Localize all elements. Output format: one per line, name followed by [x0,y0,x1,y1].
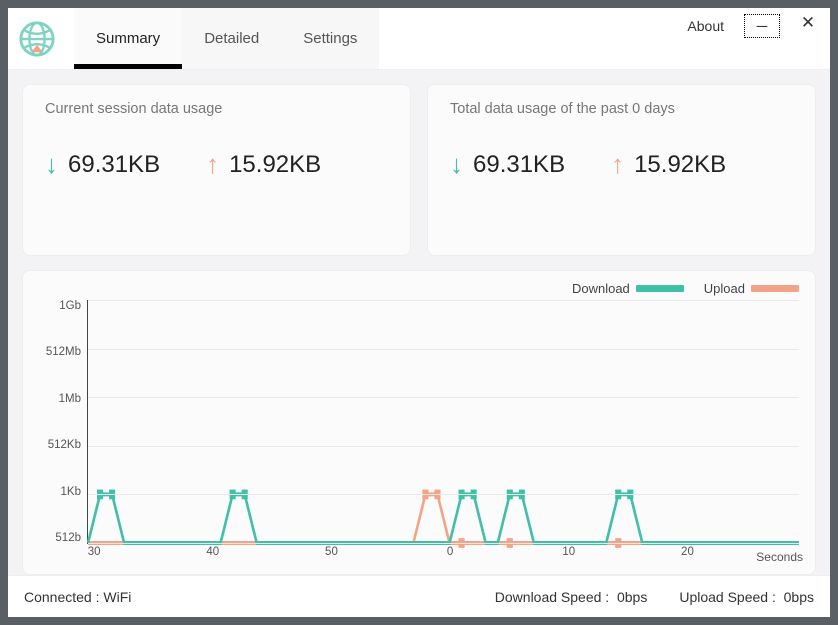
upload-arrow-icon: ↑ [611,149,624,180]
speed-chart-card: Download Upload 1Gb512Mb1Mb512Kb1Kb512b … [22,270,816,575]
download-arrow-icon: ↓ [45,149,58,180]
status-bar: Connected : WiFi Download Speed : 0bps U… [8,575,830,617]
x-axis-label: Seconds [756,550,803,564]
connection-status: Connected : WiFi [24,589,131,605]
close-button[interactable]: ✕ [786,8,830,38]
total-upload-value: ↑ 15.92KB [611,149,726,180]
download-speed-status: Download Speed : 0bps [495,589,648,605]
card-title: Total data usage of the past 0 days [450,101,793,117]
tab-detailed[interactable]: Detailed [182,8,281,69]
minimize-icon: ─ [757,18,768,35]
session-upload-value: ↑ 15.92KB [206,149,321,180]
chart-area: 1Gb512Mb1Mb512Kb1Kb512b Seconds 30405001… [39,300,799,566]
session-usage-card: Current session data usage ↓ 69.31KB ↑ 1… [22,84,411,256]
y-tick: 1Gb [39,300,81,312]
x-tick: 20 [681,546,694,558]
cards-row: Current session data usage ↓ 69.31KB ↑ 1… [22,84,816,256]
plot-area [87,300,799,544]
upload-arrow-icon: ↑ [206,149,219,180]
total-usage-card: Total data usage of the past 0 days ↓ 69… [427,84,816,256]
tab-summary[interactable]: Summary [74,8,182,69]
tab-settings[interactable]: Settings [281,8,379,69]
x-tick: 40 [206,546,219,558]
y-tick: 1Mb [39,393,81,405]
legend-upload: Upload [704,281,799,296]
upload-speed-status: Upload Speed : 0bps [679,589,814,605]
close-icon: ✕ [801,13,815,33]
x-tick: 30 [88,546,101,558]
header: Summary Detailed Settings About ─ ✕ [8,8,830,70]
tab-label: Settings [303,30,357,47]
content-area: Current session data usage ↓ 69.31KB ↑ 1… [8,70,830,575]
card-title: Current session data usage [45,101,388,117]
x-tick: 50 [325,546,338,558]
tab-label: Detailed [204,30,259,47]
about-link[interactable]: About [673,18,738,34]
session-download-value: ↓ 69.31KB [45,149,160,180]
y-axis: 1Gb 512Mb 1Mb 512Kb 1Kb 512b [39,300,87,566]
x-tick: 10 [562,546,575,558]
chart-legend: Download Upload [39,281,799,296]
y-tick: 1Kb [39,486,81,498]
legend-swatch-upload [751,285,799,292]
y-tick: 512Kb [39,439,81,451]
app-window: Summary Detailed Settings About ─ ✕ Curr… [8,8,830,617]
download-arrow-icon: ↓ [450,149,463,180]
x-axis: Seconds 30405001020 [87,546,799,566]
y-tick: 512b [39,532,81,544]
x-tick: 0 [447,546,453,558]
legend-swatch-download [636,285,684,292]
tab-label: Summary [96,30,160,47]
legend-download: Download [572,281,684,296]
minimize-button[interactable]: ─ [744,14,780,38]
tab-bar: Summary Detailed Settings [74,8,379,69]
y-tick: 512Mb [39,346,81,358]
app-logo-icon [18,20,56,58]
total-download-value: ↓ 69.31KB [450,149,565,180]
